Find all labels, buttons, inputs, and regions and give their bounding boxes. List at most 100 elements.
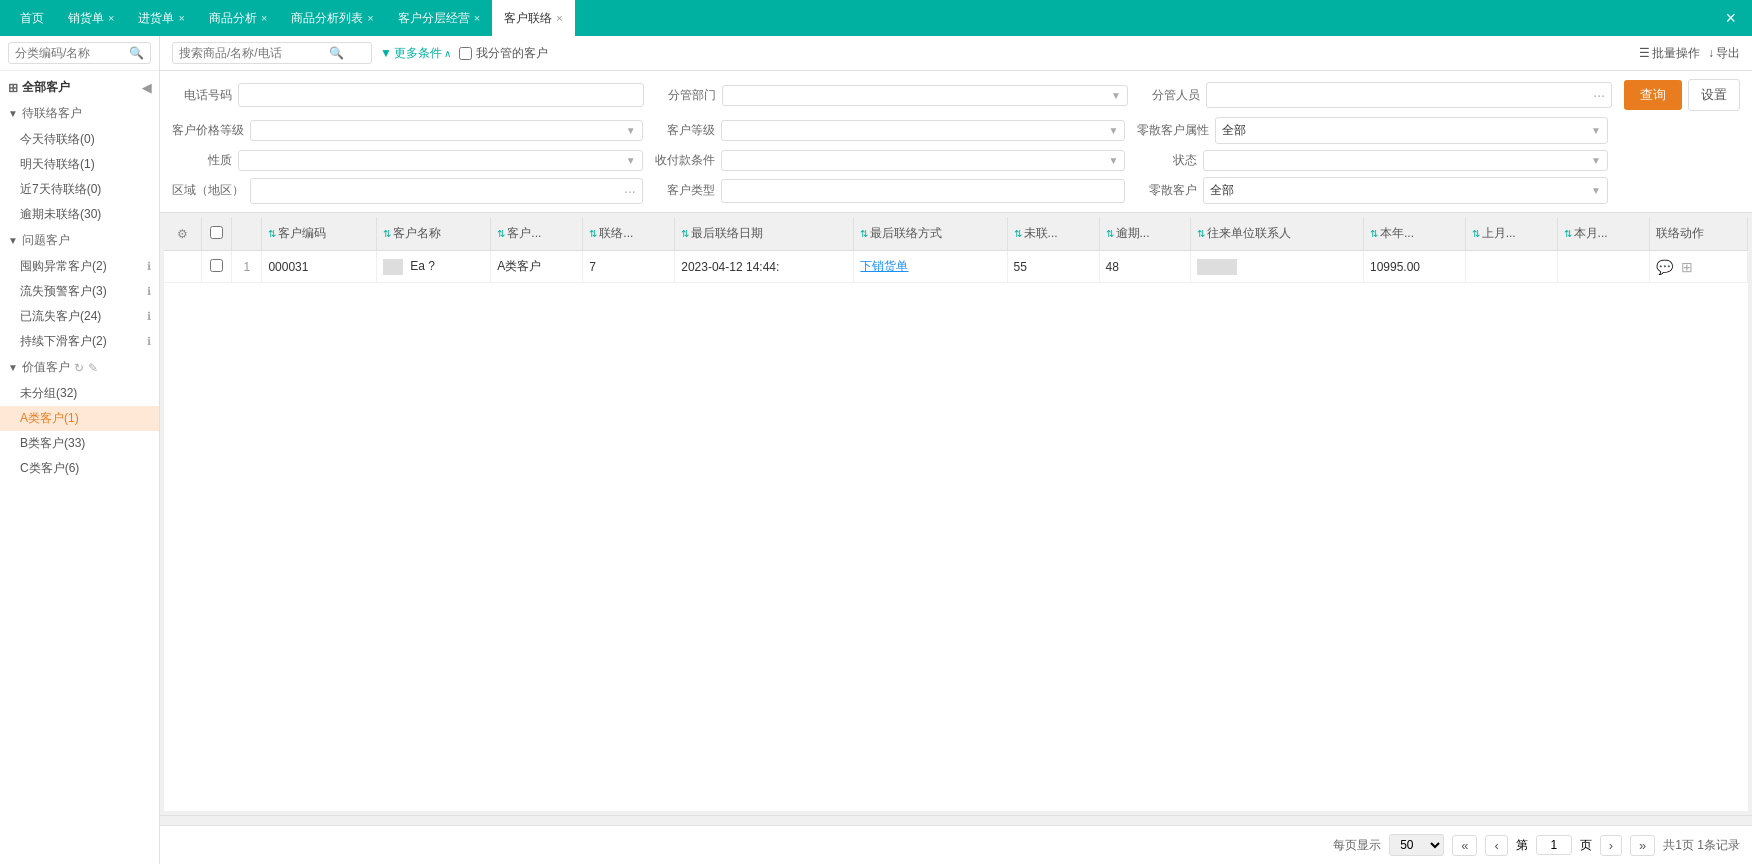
sidebar-item-churn-risk[interactable]: 流失预警客户(3) ℹ [0, 279, 159, 304]
customer-type-input[interactable] [721, 179, 1126, 203]
col-code[interactable]: ⇅客户编码 [262, 217, 376, 251]
setting-btn[interactable]: 设置 [1688, 79, 1740, 111]
cell-index: 1 [232, 251, 262, 283]
more-filters-btn[interactable]: ▼ 更多条件 ∧ [380, 45, 451, 62]
sidebar-section-pending[interactable]: ▼ 待联络客户 [0, 100, 159, 127]
hscroll-inner [160, 816, 1752, 817]
col-settings[interactable]: ⚙ [164, 217, 202, 251]
sidebar-item-overdue[interactable]: 逾期未联络(30) [0, 202, 159, 227]
col-no-contact[interactable]: ⇅未联... [1007, 217, 1099, 251]
retail-attr-chevron-icon: ▼ [1591, 125, 1601, 136]
col-name[interactable]: ⇅客户名称 [376, 217, 490, 251]
region-select[interactable]: ··· [250, 178, 643, 204]
comment-icon[interactable]: 💬 [1656, 259, 1673, 275]
filter-right-actions: ☰ 批量操作 ↓ 导出 [1639, 45, 1740, 62]
sidebar-item-tomorrow[interactable]: 明天待联络(1) [0, 152, 159, 177]
cell-last-method: 下销货单 [854, 251, 1007, 283]
col-last-method[interactable]: ⇅最后联络方式 [854, 217, 1007, 251]
nav-product-analysis-close[interactable]: × [261, 12, 267, 24]
nav-purchase-label: 进货单 [138, 10, 174, 27]
sidebar-section-value[interactable]: ▼ 价值客户 ↻ ✎ [0, 354, 159, 381]
retail-attr-select[interactable]: 全部 ▼ [1215, 117, 1608, 144]
col-unit-contact[interactable]: ⇅往来单位联系人 [1191, 217, 1364, 251]
refresh-icon[interactable]: ↻ [74, 361, 84, 375]
nature-select[interactable]: ▼ [238, 150, 643, 171]
sidebar-item-today[interactable]: 今天待联络(0) [0, 127, 159, 152]
nav-customer-contact[interactable]: 客户联络 × [492, 0, 574, 36]
page-input[interactable] [1536, 835, 1572, 855]
cell-no-contact: 55 [1007, 251, 1099, 283]
sidebar-item-churned[interactable]: 已流失客户(24) ℹ [0, 304, 159, 329]
filter-row-3: 性质 ▼ 收付款条件 ▼ 状态 [172, 150, 1740, 171]
nav-home[interactable]: 首页 [8, 0, 56, 36]
status-label: 状态 [1137, 152, 1197, 169]
sidebar-item-c-class[interactable]: C类客户(6) [0, 456, 159, 481]
horizontal-scrollbar[interactable] [160, 815, 1752, 825]
payment-select[interactable]: ▼ [721, 150, 1126, 171]
nav-purchase[interactable]: 进货单 × [126, 0, 196, 36]
my-customers-checkbox[interactable] [459, 47, 472, 60]
row-checkbox[interactable] [210, 259, 223, 272]
section-value-label: 价值客户 [22, 359, 70, 376]
price-level-select[interactable]: ▼ [250, 120, 643, 141]
last-page-btn[interactable]: » [1630, 835, 1655, 856]
page-size-select[interactable]: 50 100 [1389, 834, 1444, 856]
nav-product-analysis-label: 商品分析 [209, 10, 257, 27]
nav-product-analysis[interactable]: 商品分析 × [197, 0, 279, 36]
arrow-down-icon-2: ▼ [8, 235, 18, 246]
col-this-year[interactable]: ⇅本年... [1363, 217, 1465, 251]
nav-sales[interactable]: 销货单 × [56, 0, 126, 36]
nav-product-list-close[interactable]: × [367, 12, 373, 24]
prev-page-btn[interactable]: ‹ [1485, 835, 1507, 856]
query-btn[interactable]: 查询 [1624, 80, 1682, 110]
sidebar-item-declining[interactable]: 持续下滑客户(2) ℹ [0, 329, 159, 354]
nav-product-list[interactable]: 商品分析列表 × [279, 0, 385, 36]
manager-label: 分管人员 [1140, 87, 1200, 104]
nav-sales-close[interactable]: × [108, 12, 114, 24]
nav-customer-segment[interactable]: 客户分层经营 × [386, 0, 492, 36]
col-last-month[interactable]: ⇅上月... [1465, 217, 1557, 251]
sidebar-collapse-btn[interactable]: ◀ [142, 81, 151, 95]
select-all-checkbox[interactable] [210, 226, 223, 239]
status-select[interactable]: ▼ [1203, 150, 1608, 171]
next-page-btn[interactable]: › [1600, 835, 1622, 856]
retail-customer-chevron-icon: ▼ [1591, 185, 1601, 196]
nav-customer-contact-close[interactable]: × [556, 12, 562, 24]
nav-customer-segment-close[interactable]: × [474, 12, 480, 24]
window-close-btn[interactable]: × [1717, 8, 1744, 29]
sidebar-section-problem[interactable]: ▼ 问题客户 [0, 227, 159, 254]
col-type[interactable]: ⇅客户... [491, 217, 583, 251]
nav-purchase-close[interactable]: × [178, 12, 184, 24]
col-last-date[interactable]: ⇅最后联络日期 [675, 217, 854, 251]
last-method-link[interactable]: 下销货单 [860, 259, 908, 273]
main-search-input[interactable] [179, 46, 329, 60]
search-icon[interactable]: 🔍 [329, 46, 344, 60]
sidebar-item-ungrouped[interactable]: 未分组(32) [0, 381, 159, 406]
customer-type-label: 客户类型 [655, 182, 715, 199]
sidebar-search-icon[interactable]: 🔍 [129, 46, 144, 60]
export-btn[interactable]: ↓ 导出 [1708, 45, 1740, 62]
filter-retail-customer: 零散客户 全部 ▼ [1137, 177, 1608, 204]
col-this-month[interactable]: ⇅本月... [1557, 217, 1649, 251]
retail-customer-text: 全部 [1210, 182, 1591, 199]
batch-ops-btn[interactable]: ☰ 批量操作 [1639, 45, 1700, 62]
sort-icon-unit-contact: ⇅ [1197, 228, 1205, 239]
phone-input[interactable] [238, 83, 644, 107]
sidebar-item-hoarding[interactable]: 囤购异常客户(2) ℹ [0, 254, 159, 279]
first-page-btn[interactable]: « [1452, 835, 1477, 856]
sidebar-item-a-class[interactable]: A类客户(1) [0, 406, 159, 431]
sidebar-item-7days[interactable]: 近7天待联络(0) [0, 177, 159, 202]
col-contact[interactable]: ⇅联络... [583, 217, 675, 251]
retail-customer-select[interactable]: 全部 ▼ [1203, 177, 1608, 204]
sort-icon-code: ⇅ [268, 228, 276, 239]
cell-actions: 💬 ⊞ [1649, 251, 1747, 283]
settings-icon[interactable]: ⚙ [177, 227, 188, 241]
edit-icon[interactable]: ✎ [88, 361, 98, 375]
dept-select[interactable]: ▼ [722, 85, 1128, 106]
cell-overdue: 48 [1099, 251, 1191, 283]
manager-select[interactable]: ··· [1206, 82, 1612, 108]
sidebar-item-b-class[interactable]: B类客户(33) [0, 431, 159, 456]
customer-level-select[interactable]: ▼ [721, 120, 1126, 141]
qr-icon[interactable]: ⊞ [1681, 259, 1693, 275]
col-overdue[interactable]: ⇅逾期... [1099, 217, 1191, 251]
